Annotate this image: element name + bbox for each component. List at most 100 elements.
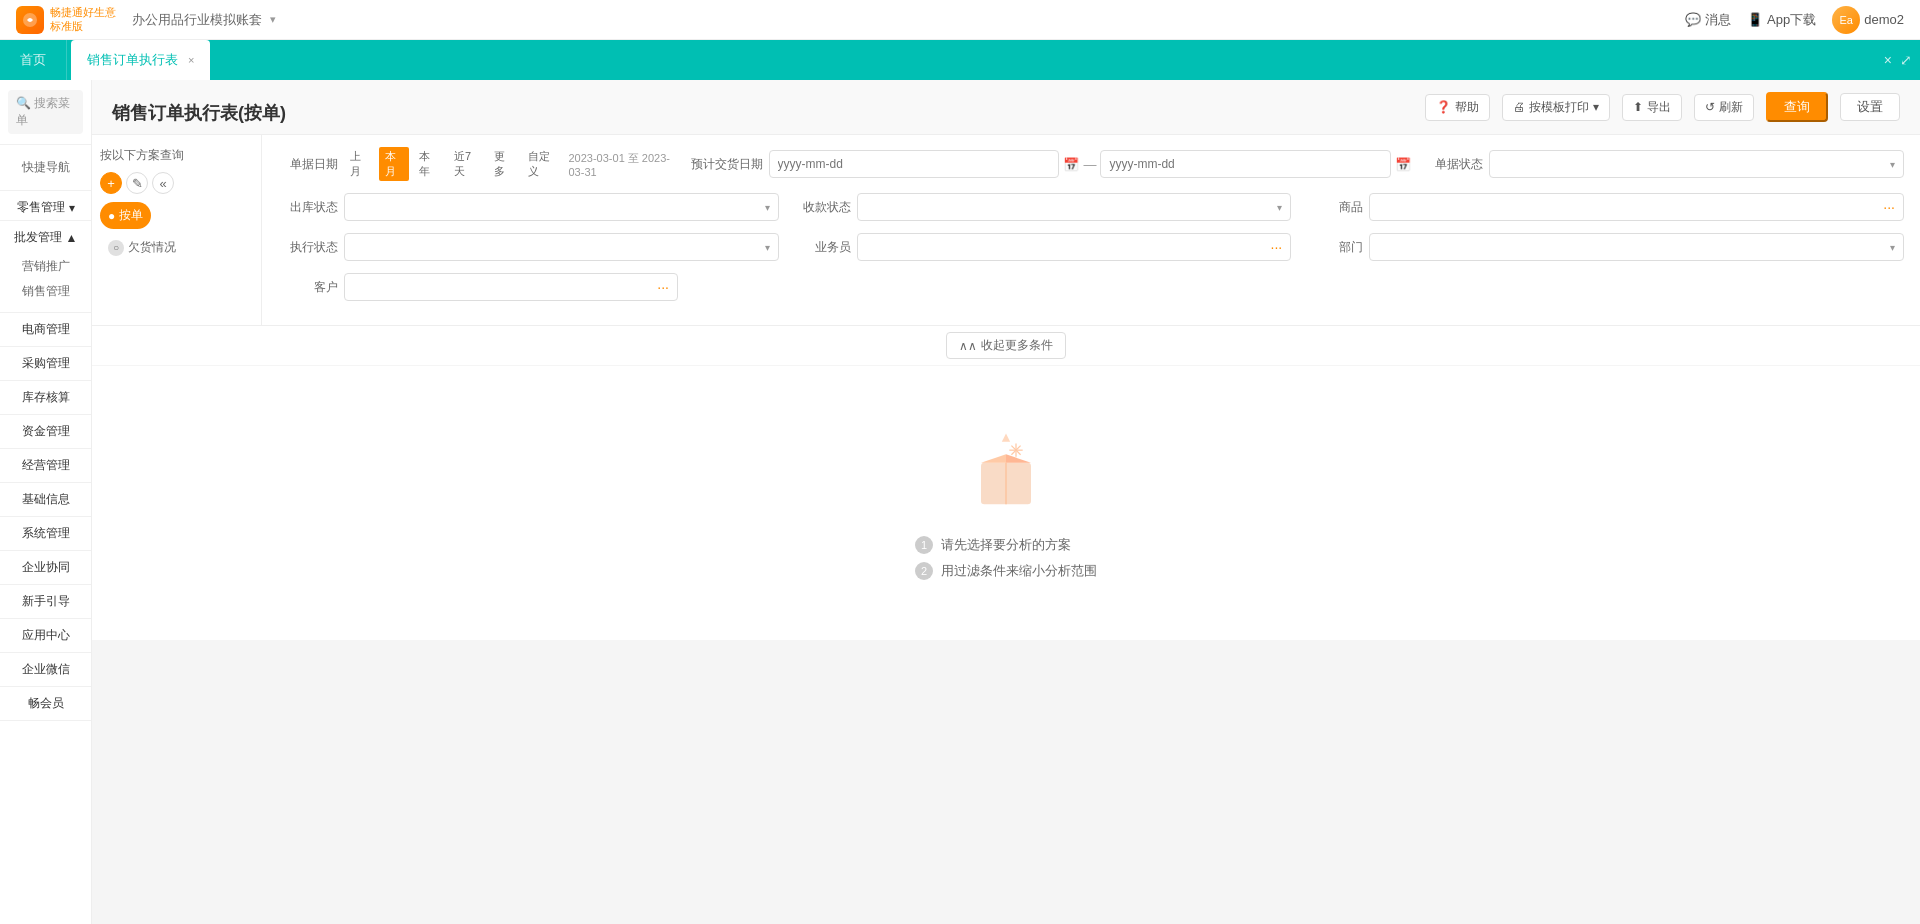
calendar-from-icon: 📅 (1063, 157, 1079, 172)
print-button[interactable]: 🖨 按模板打印 ▾ (1502, 94, 1610, 121)
filter-item-date: 单据日期 上月 本月 本年 近7天 更多 自定义 2023-03-01 至 20… (278, 147, 679, 181)
maximize-icon[interactable]: ⤢ (1900, 52, 1912, 68)
edit-scheme-button[interactable]: ✎ (126, 172, 148, 194)
filter-conditions: 单据日期 上月 本月 本年 近7天 更多 自定义 2023-03-01 至 20… (262, 135, 1920, 325)
query-button[interactable]: 查询 (1766, 92, 1828, 122)
expected-date-label: 预计交货日期 (691, 156, 763, 173)
expected-date-from[interactable] (769, 150, 1060, 178)
tab-bar: 首页 销售订单执行表 × × ⤢ (0, 40, 1920, 80)
header-dropdown-icon[interactable]: ▾ (270, 13, 276, 26)
export-button[interactable]: ⬆ 导出 (1622, 94, 1682, 121)
empty-tips: 1 请先选择要分析的方案 2 用过滤条件来缩小分析范围 (915, 536, 1097, 580)
sidebar-item-app-center[interactable]: 应用中心 (0, 619, 91, 653)
customer-ellipsis-btn[interactable]: ··· (657, 279, 669, 295)
filter-item-payment-status: 收款状态 ▾ (791, 193, 1292, 221)
refresh-button[interactable]: ↺ 刷新 (1694, 94, 1754, 121)
tab-last7days[interactable]: 近7天 (448, 147, 484, 181)
product-select[interactable]: ··· (1369, 193, 1904, 221)
salesperson-select[interactable]: ··· (857, 233, 1292, 261)
bill-status-arrow: ▾ (1890, 159, 1895, 170)
date-range-text: 2023-03-01 至 2023-03-31 (568, 151, 678, 178)
dept-arrow: ▾ (1890, 242, 1895, 253)
sidebar-item-new-guide[interactable]: 新手引导 (0, 585, 91, 619)
product-ellipsis-btn[interactable]: ··· (1883, 199, 1895, 215)
scheme-dot-icon: ○ (108, 240, 124, 256)
filter-item-customer: 客户 ··· (278, 273, 678, 301)
customer-select[interactable]: ··· (344, 273, 678, 301)
sidebar: 🔍 搜索菜单 快捷导航 零售管理 ▾ 批发管理 ▲ 营销推广 销售管理 电商管理… (0, 80, 92, 924)
top-header: 畅捷通好生意 标准版 办公用品行业模拟账套 ▾ 💬 消息 📱 App下载 Ea … (0, 0, 1920, 40)
tab-prev-month[interactable]: 上月 (344, 147, 375, 181)
sidebar-item-retail[interactable]: 零售管理 ▾ (0, 191, 91, 220)
sidebar-item-inventory[interactable]: 库存核算 (0, 381, 91, 415)
tab-active[interactable]: 销售订单执行表 × (71, 40, 210, 80)
add-icon: + (107, 176, 115, 191)
calendar-to-icon: 📅 (1395, 157, 1411, 172)
empty-tip-2: 2 用过滤条件来缩小分析范围 (915, 562, 1097, 580)
collapse-scheme-button[interactable]: « (152, 172, 174, 194)
user-profile[interactable]: Ea demo2 (1832, 6, 1904, 34)
refresh-icon: ↺ (1705, 100, 1715, 114)
app-download-button[interactable]: 📱 App下载 (1747, 11, 1816, 29)
exec-status-arrow: ▾ (765, 242, 770, 253)
filter-scheme-actions: + ✎ « (100, 172, 253, 194)
delivery-status-select[interactable]: ▾ (344, 193, 779, 221)
search-menu-button[interactable]: 🔍 搜索菜单 (8, 90, 83, 134)
payment-status-arrow: ▾ (1277, 202, 1282, 213)
sidebar-item-membership[interactable]: 畅会员 (0, 687, 91, 721)
sidebar-item-ecommerce[interactable]: 电商管理 (0, 313, 91, 347)
sidebar-item-quick-nav[interactable]: 快捷导航 (0, 153, 91, 182)
dept-select[interactable]: ▾ (1369, 233, 1904, 261)
sidebar-item-operations[interactable]: 经营管理 (0, 449, 91, 483)
filter-scheme-title: 按以下方案查询 (100, 147, 253, 164)
bill-status-select[interactable]: ▾ (1489, 150, 1904, 178)
sidebar-item-wholesale[interactable]: 批发管理 ▲ (0, 221, 91, 250)
sidebar-item-base-info[interactable]: 基础信息 (0, 483, 91, 517)
close-window-icon[interactable]: × (1884, 52, 1892, 68)
payment-status-select[interactable]: ▾ (857, 193, 1292, 221)
exec-status-label: 执行状态 (278, 239, 338, 256)
sidebar-section-retail: 零售管理 ▾ (0, 191, 91, 221)
sidebar-quick-nav: 快捷导航 (0, 145, 91, 191)
app-download-icon: 📱 (1747, 12, 1763, 27)
sidebar-item-sales[interactable]: 销售管理 (8, 279, 83, 304)
add-scheme-button[interactable]: + (100, 172, 122, 194)
page-header: 销售订单执行表(按单) ❓ 帮助 🖨 按模板打印 ▾ ⬆ 导出 ↺ 刷新 (92, 80, 1920, 135)
settings-button[interactable]: 设置 (1840, 93, 1900, 121)
filter-row-3: 执行状态 ▾ 业务员 ··· 部门 (278, 233, 1904, 261)
help-button[interactable]: ❓ 帮助 (1425, 94, 1490, 121)
sidebar-item-enterprise-wechat[interactable]: 企业微信 (0, 653, 91, 687)
tab-home[interactable]: 首页 (0, 40, 67, 80)
tab-close-icon[interactable]: × (188, 54, 194, 66)
sidebar-wholesale-sub: 营销推广 销售管理 (0, 250, 91, 312)
payment-status-label: 收款状态 (791, 199, 851, 216)
tab-current-year[interactable]: 本年 (413, 147, 444, 181)
salesperson-ellipsis-btn[interactable]: ··· (1271, 239, 1283, 255)
message-button[interactable]: 💬 消息 (1685, 11, 1731, 29)
sidebar-item-system[interactable]: 系统管理 (0, 517, 91, 551)
header-right: 💬 消息 📱 App下载 Ea demo2 (1685, 6, 1904, 34)
exec-status-select[interactable]: ▾ (344, 233, 779, 261)
sidebar-item-marketing[interactable]: 营销推广 (8, 254, 83, 279)
sidebar-item-purchase[interactable]: 采购管理 (0, 347, 91, 381)
expected-date-range: 📅 — 📅 (769, 150, 1412, 178)
delivery-status-arrow: ▾ (765, 202, 770, 213)
sidebar-item-enterprise-collab[interactable]: 企业协同 (0, 551, 91, 585)
collapse-up-icon: ∧∧ (959, 339, 977, 353)
print-icon: 🖨 (1513, 100, 1525, 114)
page-title: 销售订单执行表(按单) (112, 101, 286, 125)
tab-current-month[interactable]: 本月 (379, 147, 410, 181)
tab-custom[interactable]: 自定义 (522, 147, 562, 181)
logo-text: 畅捷通好生意 标准版 (50, 6, 116, 32)
expected-date-to[interactable] (1100, 150, 1391, 178)
edit-icon: ✎ (132, 176, 143, 191)
sidebar-item-finance[interactable]: 资金管理 (0, 415, 91, 449)
filter-item-expected-date: 预计交货日期 📅 — 📅 (691, 150, 1412, 178)
scheme-item-by-order[interactable]: ● 按单 (100, 202, 151, 229)
tab-more[interactable]: 更多 (488, 147, 519, 181)
filter-item-exec-status: 执行状态 ▾ (278, 233, 779, 261)
collapse-more-button[interactable]: ∧∧ 收起更多条件 (946, 332, 1066, 359)
scheme-item-shortage[interactable]: ○ 欠货情况 (100, 235, 253, 260)
filter-item-delivery-status: 出库状态 ▾ (278, 193, 779, 221)
filter-item-product: 商品 ··· (1303, 193, 1904, 221)
